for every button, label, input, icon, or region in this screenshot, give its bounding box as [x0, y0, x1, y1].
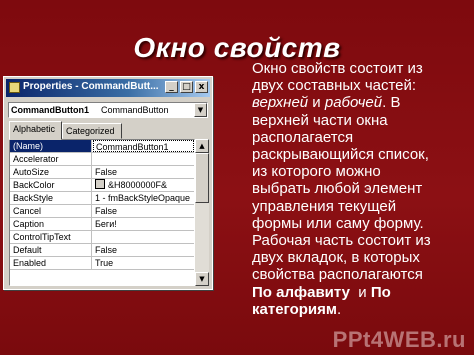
body-bold-categories: категориям: [252, 300, 337, 318]
property-row[interactable]: Default False: [10, 244, 194, 257]
property-value[interactable]: False: [93, 244, 194, 256]
body-line: .: [336, 300, 342, 318]
property-row[interactable]: Enabled True: [10, 257, 194, 270]
property-value-text: &H8000000F&: [108, 180, 168, 190]
body-line: и: [349, 283, 371, 301]
property-row[interactable]: BackColor &H8000000F&: [10, 179, 194, 192]
property-value[interactable]: Беги!: [93, 218, 194, 230]
property-row[interactable]: Accelerator: [10, 153, 194, 166]
body-line: двух составных частей:: [252, 77, 417, 95]
body-line: располагается: [252, 128, 354, 146]
properties-window: Properties - CommandButt... _ □ x Comman…: [3, 76, 213, 290]
properties-window-icon: [9, 82, 20, 93]
body-line: и: [308, 94, 325, 112]
property-row[interactable]: ControlTipText: [10, 231, 194, 244]
property-name: (Name): [10, 140, 92, 152]
property-name: BackColor: [10, 179, 92, 191]
chevron-down-icon[interactable]: ▼: [194, 103, 207, 117]
close-button[interactable]: x: [195, 81, 208, 93]
body-line: свойства располагаются: [252, 266, 423, 284]
body-line: выбрать любой элемент: [252, 180, 423, 198]
property-value[interactable]: [93, 231, 194, 243]
property-name: Enabled: [10, 257, 92, 269]
property-name: Accelerator: [10, 153, 92, 165]
property-name: ControlTipText: [10, 231, 92, 243]
property-name: Cancel: [10, 205, 92, 217]
property-value[interactable]: CommandButton1: [93, 140, 194, 152]
tab-categorized[interactable]: Categorized: [62, 123, 122, 139]
window-title: Properties - CommandButt...: [23, 81, 159, 92]
vertical-scrollbar[interactable]: ▲ ▼: [195, 139, 209, 286]
property-name: Caption: [10, 218, 92, 230]
property-name: AutoSize: [10, 166, 92, 178]
tab-alphabetic[interactable]: Alphabetic: [9, 121, 62, 140]
scroll-up-icon[interactable]: ▲: [195, 139, 209, 153]
body-italic-working: рабочей: [324, 94, 383, 112]
property-row[interactable]: BackStyle 1 - fmBackStyleOpaque: [10, 192, 194, 205]
body-line: управления текущей: [252, 197, 397, 215]
property-grid: (Name) CommandButton1 Accelerator AutoSi…: [9, 139, 195, 286]
window-titlebar[interactable]: Properties - CommandButt... _ □ x: [6, 79, 210, 97]
object-selector-dropdown[interactable]: CommandButton1 CommandButton ▼: [8, 102, 208, 118]
body-bold-po: По: [370, 283, 391, 301]
body-line: . В: [382, 94, 401, 112]
property-row[interactable]: (Name) CommandButton1: [10, 140, 194, 153]
body-line: из которого можно: [252, 163, 381, 181]
scroll-down-icon[interactable]: ▼: [195, 272, 209, 286]
watermark-text: PPt4WEB.ru: [332, 327, 466, 352]
property-name: BackStyle: [10, 192, 92, 204]
property-row[interactable]: Caption Беги!: [10, 218, 194, 231]
color-swatch-icon: [95, 179, 105, 189]
minimize-button[interactable]: _: [165, 81, 178, 93]
object-selector-type: CommandButton: [101, 105, 169, 115]
body-italic-upper: верхней: [252, 94, 309, 112]
body-line: двух вкладок, в которых: [252, 249, 420, 267]
scrollbar-thumb[interactable]: [195, 153, 209, 203]
property-value[interactable]: [93, 153, 194, 165]
body-bold-alphabetic: По алфавиту: [252, 283, 350, 301]
maximize-button[interactable]: □: [180, 81, 193, 93]
property-row[interactable]: Cancel False: [10, 205, 194, 218]
body-text: Окно свойств состоит из двух составных ч…: [252, 60, 452, 318]
property-row[interactable]: AutoSize False: [10, 166, 194, 179]
property-value[interactable]: True: [93, 257, 194, 269]
body-line: Рабочая часть состоит из: [252, 232, 431, 250]
property-name: Default: [10, 244, 92, 256]
body-line: раскрывающийся список,: [252, 146, 429, 164]
body-line: верхней части окна: [252, 111, 388, 129]
body-line: формы или саму форму.: [252, 214, 424, 232]
object-selector-name: CommandButton1: [11, 105, 89, 115]
property-value[interactable]: 1 - fmBackStyleOpaque: [93, 192, 194, 204]
property-value[interactable]: False: [93, 166, 194, 178]
property-value[interactable]: False: [93, 205, 194, 217]
body-line: Окно свойств состоит из: [252, 60, 423, 77]
property-value-backcolor[interactable]: &H8000000F&: [93, 179, 194, 191]
